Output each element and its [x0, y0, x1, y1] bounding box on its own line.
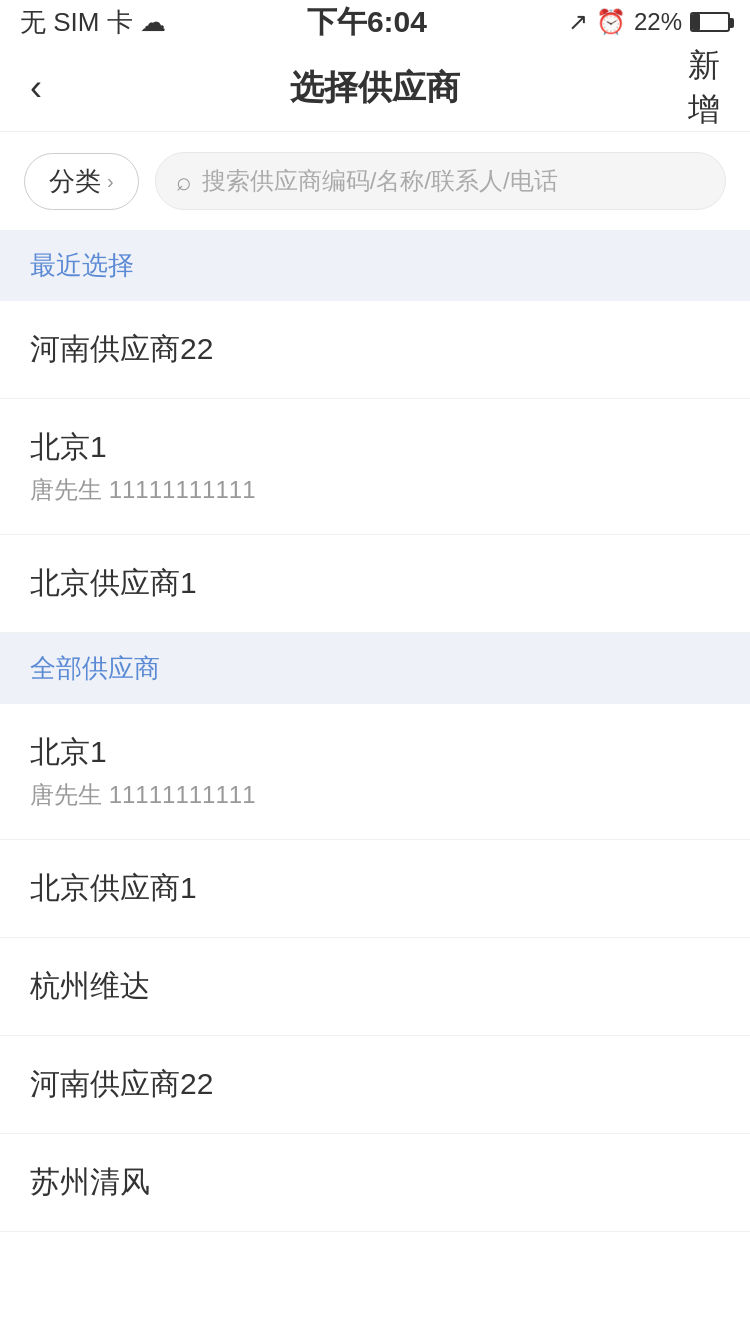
item-sub: 唐先生 11111111111 [30, 779, 720, 811]
sim-status: 无 SIM 卡 ☁ [20, 5, 166, 40]
new-add-button[interactable]: 新增 [660, 44, 720, 132]
all-section-header: 全部供应商 [0, 633, 750, 704]
status-left: 无 SIM 卡 ☁ [20, 5, 166, 40]
item-name: 北京1 [30, 427, 720, 468]
page-title: 选择供应商 [290, 65, 460, 111]
item-name: 河南供应商22 [30, 1064, 720, 1105]
item-name: 北京供应商1 [30, 563, 720, 604]
list-item[interactable]: 北京供应商1 [0, 840, 750, 938]
status-time: 下午6:04 [307, 2, 427, 43]
item-sub: 唐先生 11111111111 [30, 474, 720, 506]
recent-section-header: 最近选择 [0, 230, 750, 301]
back-button[interactable]: ‹ [30, 67, 90, 109]
list-item[interactable]: 北京1 唐先生 11111111111 [0, 704, 750, 840]
item-name: 北京1 [30, 732, 720, 773]
status-right: ↗ ⏰ 22% [568, 8, 730, 36]
location-icon: ↗ [568, 8, 588, 36]
list-item[interactable]: 河南供应商22 [0, 1036, 750, 1134]
nav-bar: ‹ 选择供应商 新增 [0, 44, 750, 132]
recent-list: 河南供应商22 北京1 唐先生 11111111111 北京供应商1 [0, 301, 750, 633]
category-label: 分类 [49, 164, 101, 199]
search-box[interactable]: ⌕ 搜索供应商编码/名称/联系人/电话 [155, 152, 726, 210]
alarm-icon: ⏰ [596, 8, 626, 36]
list-item[interactable]: 杭州维达 [0, 938, 750, 1036]
list-item[interactable]: 北京供应商1 [0, 535, 750, 633]
item-name: 北京供应商1 [30, 868, 720, 909]
battery-percentage: 22% [634, 8, 682, 36]
status-bar: 无 SIM 卡 ☁ 下午6:04 ↗ ⏰ 22% [0, 0, 750, 44]
search-placeholder: 搜索供应商编码/名称/联系人/电话 [202, 165, 558, 197]
battery-icon [690, 12, 730, 32]
list-item[interactable]: 苏州清风 [0, 1134, 750, 1232]
chevron-right-icon: › [107, 170, 114, 193]
item-name: 杭州维达 [30, 966, 720, 1007]
all-list: 北京1 唐先生 11111111111 北京供应商1 杭州维达河南供应商22 苏州清… [0, 704, 750, 1232]
category-button[interactable]: 分类 › [24, 153, 139, 210]
item-name: 河南供应商22 [30, 329, 720, 370]
list-item[interactable]: 北京1 唐先生 11111111111 [0, 399, 750, 535]
filter-bar: 分类 › ⌕ 搜索供应商编码/名称/联系人/电话 [0, 132, 750, 230]
search-icon: ⌕ [176, 166, 192, 197]
item-name: 苏州清风 [30, 1162, 720, 1203]
list-item[interactable]: 河南供应商22 [0, 301, 750, 399]
